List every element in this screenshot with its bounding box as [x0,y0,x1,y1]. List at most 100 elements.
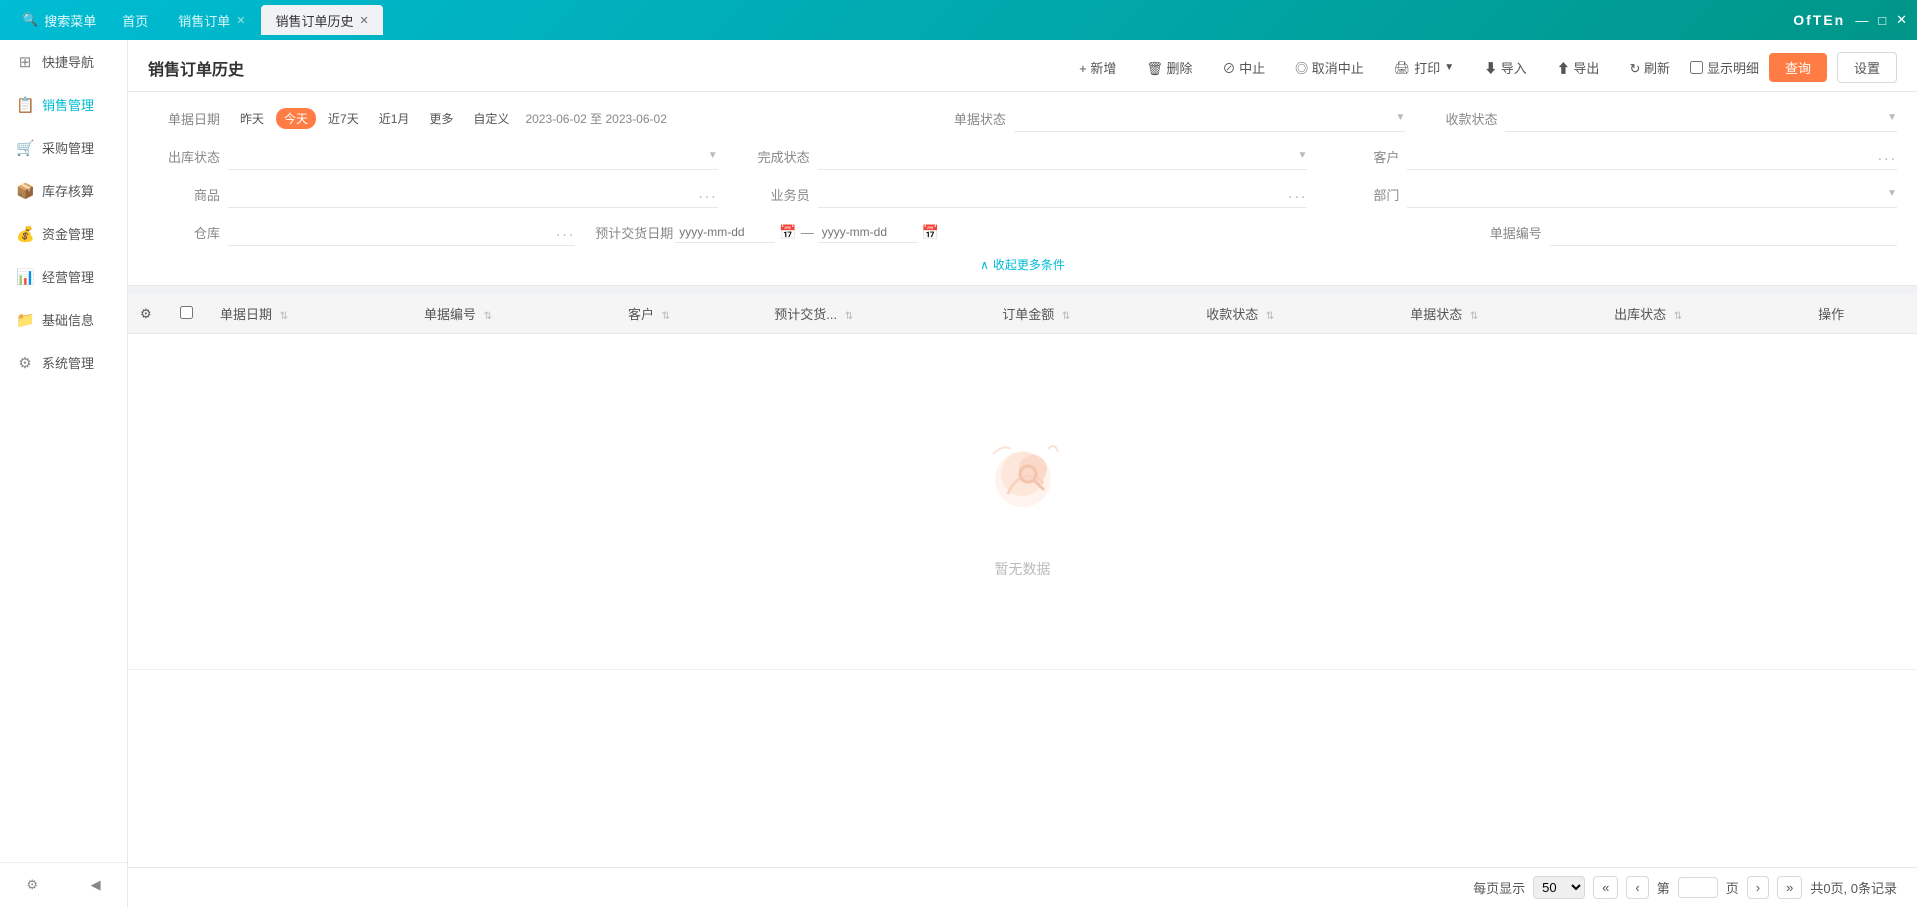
filter-customer: 客户 ... [1327,142,1897,170]
th-doc-status[interactable]: 单据状态 ⇅ [1398,294,1602,334]
goods-input[interactable]: ... [228,180,718,208]
sidebar-item-sales-mgmt-label: 销售管理 [42,95,94,114]
filter-out-status: 出库状态 ▼ [148,142,718,170]
complete-status-arrow: ▼ [1297,150,1307,161]
tab-sales-order-history-close[interactable]: ✕ [359,14,368,27]
settings-btn[interactable]: 设置 [1837,52,1897,83]
cancel-stop-btn[interactable]: ◎ 取消中止 [1285,54,1374,81]
system-mgmt-icon: ⚙ [16,354,34,372]
show-detail-checkbox-input[interactable] [1690,61,1703,74]
th-delivery[interactable]: 预计交货... ⇅ [762,294,990,334]
select-all-checkbox[interactable] [180,306,193,319]
search-menu-btn[interactable]: 🔍 搜索菜单 [10,7,108,34]
sidebar-bottom: ⚙ ◀ [0,862,127,907]
complete-status-label: 完成状态 [738,147,818,166]
show-detail-toggle[interactable]: 显示明细 [1690,58,1759,77]
th-doc-no-sort: ⇅ [484,311,492,322]
sidebar-item-sales-mgmt[interactable]: 📋 销售管理 [0,83,127,126]
th-settings[interactable]: ⚙ [128,294,168,334]
date-tag-today[interactable]: 今天 [276,108,316,129]
customer-input[interactable]: ... [1407,142,1897,170]
page-last-btn[interactable]: » [1777,876,1802,899]
date-tag-yesterday[interactable]: 昨天 [232,108,272,129]
tab-home-label: 首页 [122,11,148,30]
salesperson-input[interactable]: ... [818,180,1308,208]
th-customer[interactable]: 客户 ⇅ [616,294,762,334]
customer-dots: ... [1878,147,1897,165]
date-tag-more[interactable]: 更多 [421,108,461,129]
department-select[interactable]: ▼ [1407,180,1897,208]
sidebar-item-operations-mgmt[interactable]: 📊 经营管理 [0,255,127,298]
th-amount-sort: ⇅ [1062,311,1070,322]
query-btn[interactable]: 查询 [1769,53,1827,82]
tab-sales-order-history[interactable]: 销售订单历史 ✕ [261,5,382,35]
import-btn[interactable]: ⬇ 导入 [1474,54,1537,81]
receipt-status-select[interactable]: ▼ [1505,104,1897,132]
doc-status-arrow: ▼ [1396,112,1406,123]
sidebar-item-system-mgmt[interactable]: ⚙ 系统管理 [0,341,127,384]
sidebar-item-quick-nav[interactable]: ⊞ 快捷导航 [0,40,127,83]
export-btn[interactable]: ⬆ 导出 [1547,54,1610,81]
page-first-btn[interactable]: « [1593,876,1618,899]
delivery-end-cal-icon[interactable]: 📅 [922,224,939,241]
window-minimize-btn[interactable]: — [1855,13,1868,28]
page-next-btn[interactable]: › [1747,876,1769,899]
sidebar-collapse-btn[interactable]: ◀ [81,871,111,899]
filter-complete-status: 完成状态 ▼ [738,142,1308,170]
collapse-btn[interactable]: ∧ 收起更多条件 [148,256,1897,273]
delivery-start-cal-icon[interactable]: 📅 [779,224,796,241]
stop-btn[interactable]: ⊘ 中止 [1213,54,1276,81]
th-date[interactable]: 单据日期 ⇅ [208,294,412,334]
empty-text: 暂无数据 [995,559,1051,579]
date-tag-1month[interactable]: 近1月 [371,108,418,129]
sidebar-item-basic-info[interactable]: 📁 基础信息 [0,298,127,341]
date-label: 单据日期 [148,109,228,128]
table-body: 暂无数据 [128,334,1917,670]
table-area: ⚙ 单据日期 ⇅ 单据编号 ⇅ 客户 [128,294,1917,867]
filter-row-3: 商品 ... 业务员 ... 部门 ▼ [148,180,1897,208]
page-input[interactable]: 1 [1678,877,1718,898]
window-close-btn[interactable]: ✕ [1896,12,1907,28]
date-tag-7days[interactable]: 近7天 [320,108,367,129]
collapse-up-icon: ∧ [980,258,989,272]
date-tag-custom[interactable]: 自定义 [465,108,517,129]
quick-nav-icon: ⊞ [16,53,34,71]
th-receipt-status-label: 收款状态 [1206,307,1258,322]
sidebar-settings-btn[interactable]: ⚙ [16,871,48,899]
delete-btn[interactable]: 🗑 删除 [1136,54,1202,81]
th-receipt-status[interactable]: 收款状态 ⇅ [1194,294,1398,334]
top-bar-brand: OfTEn [1793,12,1845,28]
filter-receipt-status: 收款状态 ▼ [1425,104,1897,132]
collapse-label: 收起更多条件 [993,256,1065,273]
sidebar-item-purchase-mgmt[interactable]: 🛒 采购管理 [0,126,127,169]
th-checkbox[interactable] [168,294,208,334]
salesperson-label: 业务员 [738,185,818,204]
refresh-btn[interactable]: ↻ 刷新 [1619,54,1680,81]
basic-info-icon: 📁 [16,311,34,329]
tab-bar: 首页 销售订单 ✕ 销售订单历史 ✕ [108,5,1793,35]
doc-status-select[interactable]: ▼ [1014,104,1406,132]
sidebar-item-inventory-calc[interactable]: 📦 库存核算 [0,169,127,212]
doc-no-input[interactable] [1550,218,1897,246]
empty-cell: 暂无数据 [128,334,1917,670]
out-status-select[interactable]: ▼ [228,142,718,170]
tab-sales-order-close[interactable]: ✕ [236,14,245,27]
filter-department: 部门 ▼ [1327,180,1897,208]
window-maximize-btn[interactable]: □ [1878,13,1886,28]
delivery-start-input[interactable] [675,222,775,243]
page-prev-btn[interactable]: ‹ [1626,876,1648,899]
th-out-status-sort: ⇅ [1674,311,1682,322]
complete-status-select[interactable]: ▼ [818,142,1308,170]
warehouse-input[interactable]: ... [228,218,575,246]
warehouse-label: 仓库 [148,223,228,242]
th-amount[interactable]: 订单金额 ⇅ [990,294,1194,334]
per-page-select[interactable]: 20 50 100 [1533,876,1585,899]
tab-home[interactable]: 首页 [108,5,162,35]
th-doc-no[interactable]: 单据编号 ⇅ [412,294,616,334]
th-out-status[interactable]: 出库状态 ⇅ [1602,294,1806,334]
new-btn[interactable]: + 新增 [1069,54,1126,81]
print-btn[interactable]: 🖨 🖨 打印 打印 ▼ [1384,54,1464,81]
tab-sales-order[interactable]: 销售订单 ✕ [164,5,259,35]
sidebar-item-finance-mgmt[interactable]: 💰 资金管理 [0,212,127,255]
delivery-end-input[interactable] [818,222,918,243]
